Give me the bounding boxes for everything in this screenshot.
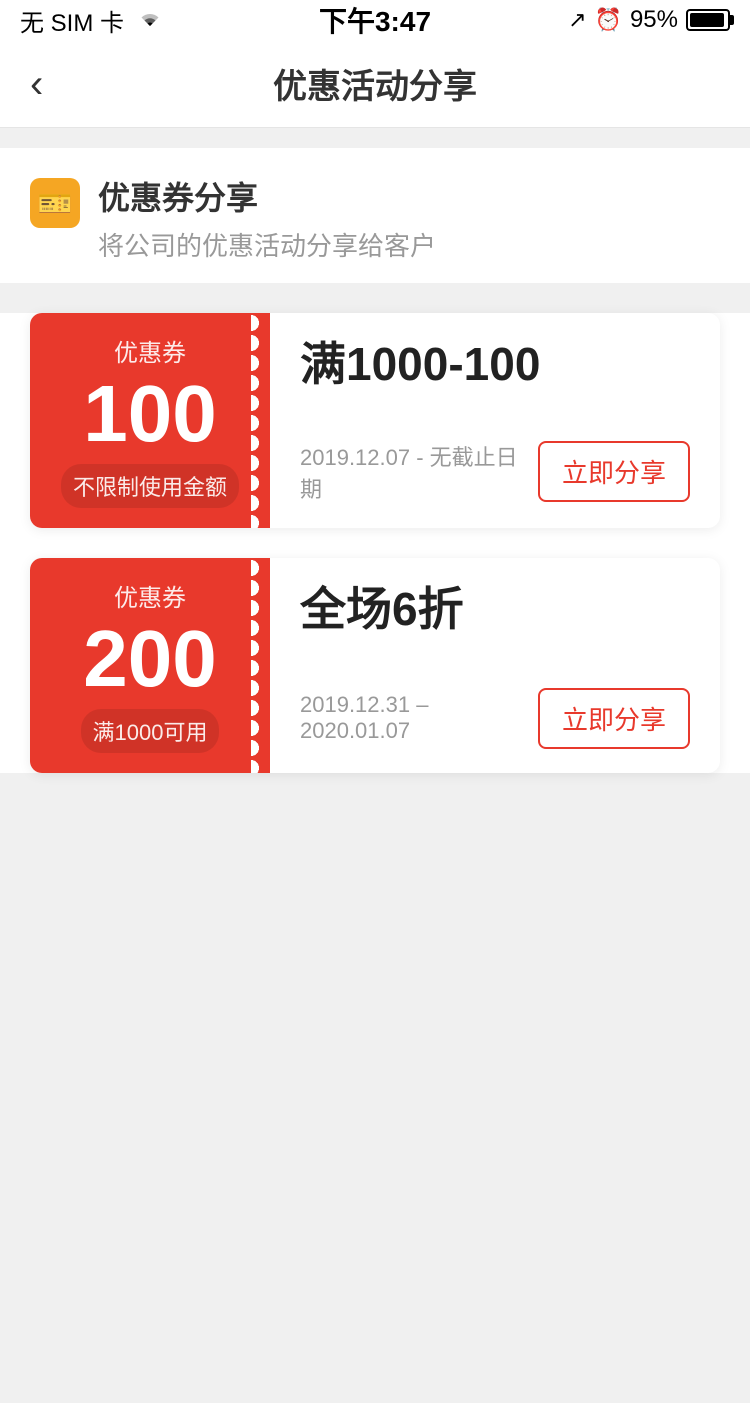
coupon-date-1: 2019.12.07 - 无截止日期 (300, 440, 538, 504)
status-left: 无 SIM 卡 (20, 3, 166, 38)
coupon-name-2: 全场6折 (300, 582, 690, 637)
location-icon: ↗ (568, 7, 586, 33)
coupon-right-1: 满1000-100 2019.12.07 - 无截止日期 立即分享 (270, 313, 720, 528)
share-button-1[interactable]: 立即分享 (538, 441, 690, 502)
battery-fill (690, 13, 724, 27)
nav-bar: ‹ 优惠活动分享 (0, 40, 750, 128)
carrier-text: 无 SIM 卡 (20, 3, 124, 38)
coupon-list: 优惠券 100 不限制使用金额 满1000-100 2019.12.07 - 无… (0, 313, 750, 773)
coupon-right-2: 全场6折 2019.12.31 – 2020.01.07 立即分享 (270, 558, 720, 773)
status-bar: 无 SIM 卡 下午3:47 ↗ ⏰ 95% (0, 0, 750, 40)
coupon-icon-emoji: 🎫 (38, 187, 73, 220)
battery-icon (686, 9, 730, 31)
coupon-left-1: 优惠券 100 不限制使用金额 (30, 313, 270, 528)
wifi-icon (134, 8, 166, 32)
coupon-amount-2: 200 (83, 619, 216, 699)
section-text: 优惠券分享 将公司的优惠活动分享给客户 (98, 178, 436, 263)
coupon-name-1: 满1000-100 (300, 337, 690, 392)
share-button-2[interactable]: 立即分享 (538, 688, 690, 749)
section-header: 🎫 优惠券分享 将公司的优惠活动分享给客户 (0, 148, 750, 283)
coupon-type-1: 优惠券 (114, 333, 186, 368)
coupon-amount-1: 100 (83, 374, 216, 454)
coupon-card-2: 优惠券 200 满1000可用 全场6折 2019.12.31 – 2020.0… (30, 558, 720, 773)
back-button[interactable]: ‹ (30, 64, 43, 104)
status-time: 下午3:47 (319, 0, 431, 40)
status-right: ↗ ⏰ 95% (568, 6, 730, 34)
coupon-date-2: 2019.12.31 – 2020.01.07 (300, 692, 538, 744)
bottom-area (0, 803, 750, 1403)
coupon-card: 优惠券 100 不限制使用金额 满1000-100 2019.12.07 - 无… (30, 313, 720, 528)
coupon-bottom-1: 2019.12.07 - 无截止日期 立即分享 (300, 440, 690, 504)
section-subtitle: 将公司的优惠活动分享给客户 (98, 226, 436, 263)
page-title: 优惠活动分享 (273, 59, 477, 108)
alarm-icon: ⏰ (595, 7, 622, 33)
coupon-bottom-2: 2019.12.31 – 2020.01.07 立即分享 (300, 688, 690, 749)
coupon-left-2: 优惠券 200 满1000可用 (30, 558, 270, 773)
section-icon: 🎫 (30, 178, 80, 228)
section-title: 优惠券分享 (98, 178, 436, 220)
battery-percent: 95% (630, 6, 678, 34)
coupon-condition-2: 满1000可用 (81, 709, 220, 753)
coupon-type-2: 优惠券 (114, 578, 186, 613)
coupon-condition-1: 不限制使用金额 (61, 464, 239, 508)
